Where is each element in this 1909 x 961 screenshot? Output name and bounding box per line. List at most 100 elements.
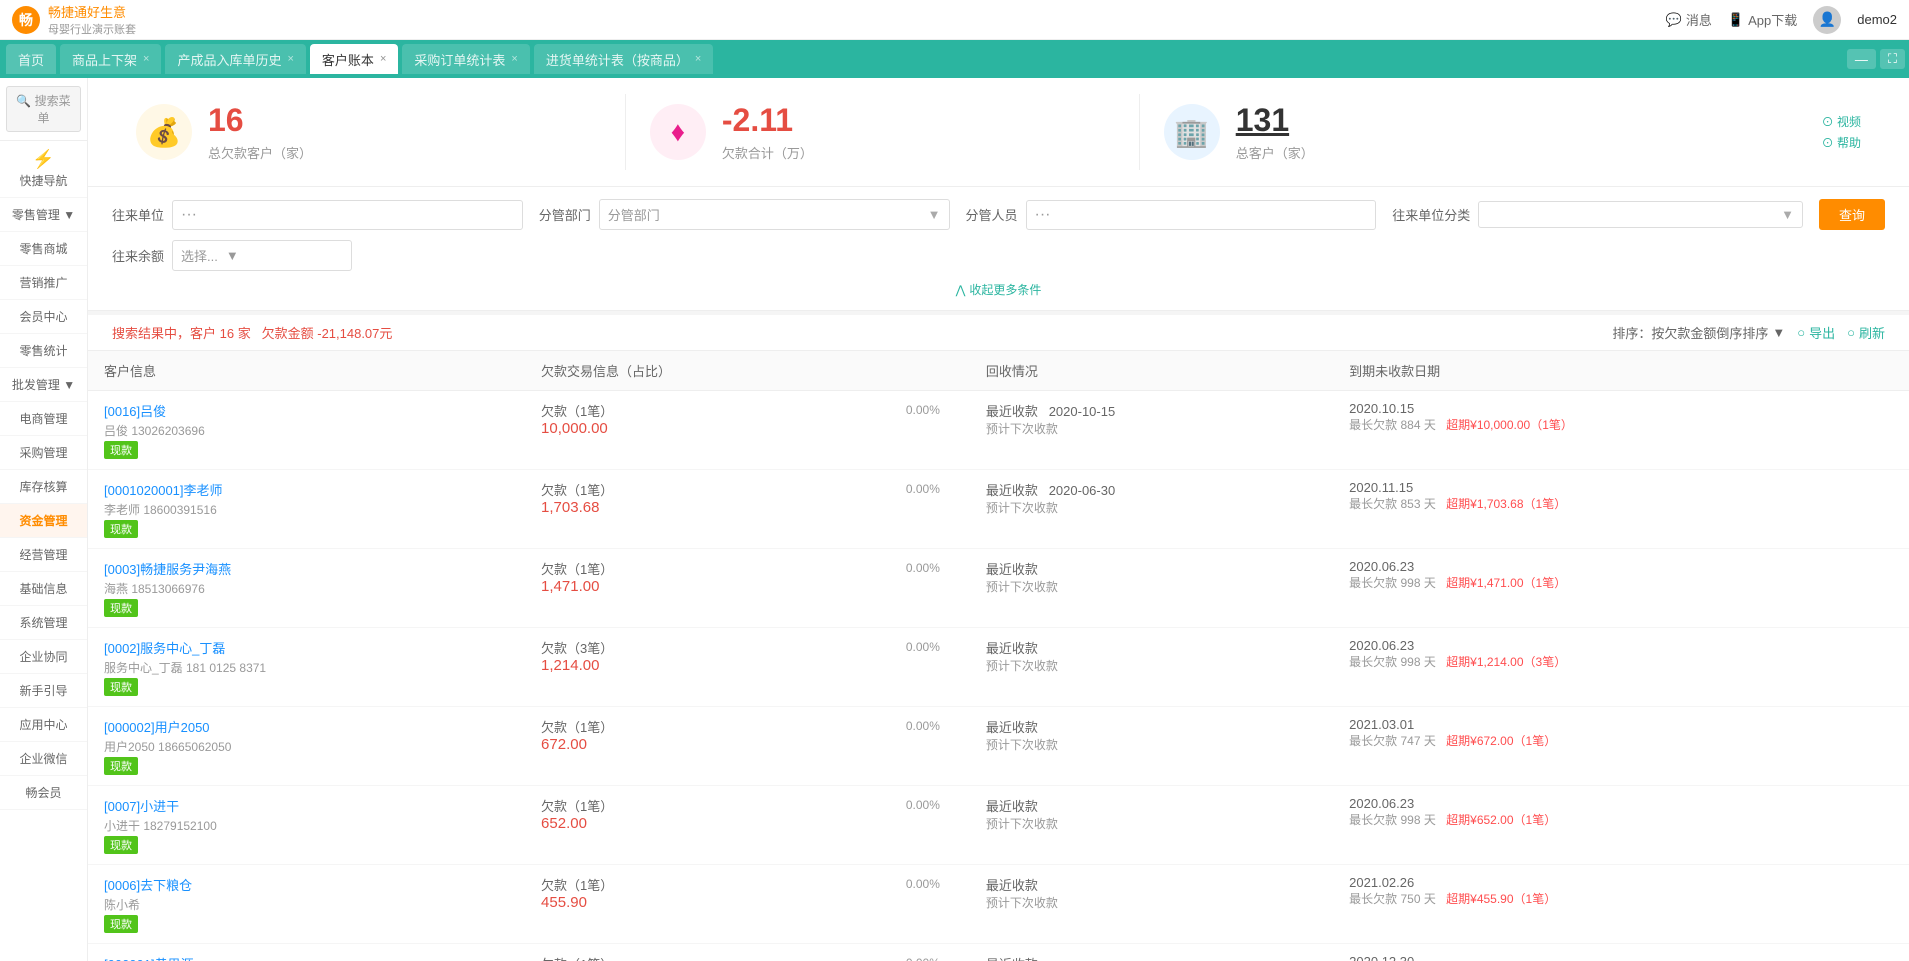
- overdue-days-row: 最长欠款 998 天 超期¥1,471.00（1笔）: [1349, 574, 1893, 591]
- search-button[interactable]: 查询: [1819, 199, 1885, 230]
- owe-percent: 0.00%: [906, 561, 954, 575]
- refresh-btn[interactable]: ○ 刷新: [1847, 323, 1885, 342]
- app-download-btn[interactable]: 📱 App下载: [1728, 10, 1797, 29]
- sidebar-item-wechat[interactable]: 企业微信: [0, 742, 87, 776]
- customer-info-cell: [0001020001]李老师 李老师 18600391516 现款: [88, 470, 525, 549]
- collapse-btn[interactable]: ⋀ 收起更多条件: [956, 281, 1042, 298]
- balance-label: 往来余额: [112, 246, 164, 265]
- overdue-cell: 2020.06.23 最长欠款 998 天 超期¥652.00（1笔）: [1333, 786, 1909, 865]
- overdue-date: 2020.06.23: [1349, 559, 1893, 574]
- recover-cell: 最近收款 预计下次收款: [970, 707, 1333, 786]
- sidebar-item-marketing[interactable]: 营销推广: [0, 266, 87, 300]
- owe-percent-cell: 0.00%: [890, 707, 970, 786]
- close-icon[interactable]: ×: [695, 53, 701, 65]
- tab-customer-account[interactable]: 客户账本 ×: [310, 44, 398, 74]
- sidebar-item-warehouse[interactable]: 库存核算: [0, 470, 87, 504]
- avatar[interactable]: 👤: [1813, 6, 1841, 34]
- recover-date: 最近收款: [986, 559, 1317, 578]
- close-icon[interactable]: ×: [511, 53, 517, 65]
- recover-sub: 预计下次收款: [986, 894, 1317, 911]
- sidebar-item-system[interactable]: 系统管理: [0, 606, 87, 640]
- sidebar-search[interactable]: 🔍 搜索菜单: [0, 78, 87, 141]
- message-btn[interactable]: 💬 消息: [1666, 10, 1712, 29]
- owe-percent: 0.00%: [906, 403, 954, 417]
- table-row: [0002]服务中心_丁磊 服务中心_丁磊 181 0125 8371 现款 欠…: [88, 628, 1909, 707]
- overdue-days-row: 最长欠款 998 天 超期¥1,214.00（3笔）: [1349, 653, 1893, 670]
- tab-inbound-stats[interactable]: 进货单统计表（按商品） ×: [534, 44, 713, 74]
- customer-name[interactable]: [0016]吕俊: [104, 401, 509, 420]
- customer-name[interactable]: [0001020001]李老师: [104, 480, 509, 499]
- balance-select[interactable]: 选择... ▼: [172, 240, 352, 271]
- overdue-link[interactable]: 超期¥672.00（1笔）: [1446, 734, 1556, 748]
- refresh-icon: ○: [1847, 325, 1855, 340]
- collapse-label: 收起更多条件: [969, 281, 1041, 298]
- customer-name[interactable]: [0003]畅捷服务尹海燕: [104, 559, 509, 578]
- sort-label: 排序：按欠款金额倒序排序: [1612, 323, 1768, 342]
- sidebar-item-new-guide[interactable]: 新手引导: [0, 674, 87, 708]
- customer-name[interactable]: [0007]小进干: [104, 796, 509, 815]
- tab-product-history[interactable]: 产成品入库单历史 ×: [165, 44, 305, 74]
- customer-phone: 陈小希: [104, 896, 509, 913]
- logo-icon: 畅: [12, 6, 40, 34]
- tab-home[interactable]: 首页: [6, 44, 56, 74]
- overdue-days-row: 最长欠款 884 天 超期¥10,000.00（1笔）: [1349, 416, 1893, 433]
- close-icon[interactable]: ×: [143, 53, 149, 65]
- overdue-link[interactable]: 超期¥10,000.00（1笔）: [1446, 418, 1573, 432]
- sidebar-item-app-center[interactable]: 应用中心: [0, 708, 87, 742]
- tab-maximize-btn[interactable]: ⛶: [1880, 49, 1905, 69]
- owe-count: 欠款（1笔）: [541, 401, 874, 420]
- customer-info-cell: [000002]用户2050 用户2050 18665062050 现款: [88, 707, 525, 786]
- close-icon[interactable]: ×: [380, 53, 386, 65]
- sidebar-item-ecommerce[interactable]: 电商管理: [0, 402, 87, 436]
- export-btn[interactable]: ○ 导出: [1797, 323, 1835, 342]
- video-link[interactable]: ⊙ 视频: [1822, 113, 1861, 130]
- sort-btn[interactable]: 排序：按欠款金额倒序排序 ▼: [1612, 323, 1785, 342]
- stats-bar: 💰 16 总欠款客户（家） ♦ -2.11 欠款合计（万） 🏢 131: [88, 78, 1909, 187]
- customer-name[interactable]: [0006]去下粮仓: [104, 875, 509, 894]
- overdue-link[interactable]: 超期¥1,703.68（1笔）: [1446, 497, 1566, 511]
- stat-number-owe-customers: 16: [208, 102, 312, 139]
- customer-name[interactable]: [000002]用户2050: [104, 717, 509, 736]
- sidebar-item-batch-mgmt[interactable]: 批发管理 ▼: [0, 368, 87, 402]
- sidebar-item-enterprise[interactable]: 企业协同: [0, 640, 87, 674]
- sidebar-item-retail-stats[interactable]: 零售统计: [0, 334, 87, 368]
- overdue-link[interactable]: 超期¥1,214.00（3笔）: [1446, 655, 1566, 669]
- results-count: 16: [220, 326, 234, 341]
- recover-date: 最近收款: [986, 717, 1317, 736]
- customer-name[interactable]: [0002]服务中心_丁磊: [104, 638, 509, 657]
- owe-percent: 0.00%: [906, 877, 954, 891]
- owe-percent-cell: 0.00%: [890, 470, 970, 549]
- overdue-date: 2021.03.01: [1349, 717, 1893, 732]
- sidebar-item-vip[interactable]: 畅会员: [0, 776, 87, 810]
- overdue-link[interactable]: 超期¥652.00（1笔）: [1446, 813, 1556, 827]
- person-input[interactable]: ···: [1026, 200, 1377, 230]
- retail-mgmt-label: 零售管理 ▼: [12, 208, 75, 222]
- close-icon[interactable]: ×: [287, 53, 293, 65]
- tab-product-history-label: 产成品入库单历史: [177, 50, 281, 69]
- tab-purchase-order[interactable]: 采购订单统计表 ×: [402, 44, 529, 74]
- sidebar-item-operation[interactable]: 经营管理: [0, 538, 87, 572]
- customer-info-cell: [0002]服务中心_丁磊 服务中心_丁磊 181 0125 8371 现款: [88, 628, 525, 707]
- stat-card-owe-customers: 💰 16 总欠款客户（家）: [112, 94, 625, 170]
- help-link[interactable]: ⊙ 帮助: [1822, 134, 1861, 151]
- sidebar-item-retail-mgmt[interactable]: 零售管理 ▼: [0, 198, 87, 232]
- sidebar-item-basic-info[interactable]: 基础信息: [0, 572, 87, 606]
- unit-classify-input[interactable]: ▼: [1478, 201, 1803, 228]
- sidebar-item-retail-mall[interactable]: 零售商城: [0, 232, 87, 266]
- overdue-link[interactable]: 超期¥1,471.00（1笔）: [1446, 576, 1566, 590]
- filter-from-unit: 往来单位 ···: [112, 200, 523, 230]
- sidebar-item-purchase[interactable]: 采购管理: [0, 436, 87, 470]
- overdue-days-row: 最长欠款 998 天 超期¥652.00（1笔）: [1349, 811, 1893, 828]
- customer-name[interactable]: [000001]黄思源: [104, 954, 509, 961]
- sidebar-item-member[interactable]: 会员中心: [0, 300, 87, 334]
- tab-minimize-btn[interactable]: —: [1847, 49, 1876, 69]
- overdue-date: 2020.06.23: [1349, 796, 1893, 811]
- quick-nav-icon: ⚡: [4, 149, 83, 170]
- sidebar-item-finance[interactable]: 资金管理: [0, 504, 87, 538]
- overdue-link[interactable]: 超期¥455.90（1笔）: [1446, 892, 1556, 906]
- tab-product-shelf[interactable]: 商品上下架 ×: [60, 44, 161, 74]
- sidebar-item-quick-nav[interactable]: ⚡ 快捷导航: [0, 141, 87, 198]
- from-unit-input[interactable]: ···: [172, 200, 523, 230]
- search-menu-btn[interactable]: 🔍 搜索菜单: [6, 86, 81, 132]
- dept-input[interactable]: 分管部门 ▼: [599, 199, 950, 230]
